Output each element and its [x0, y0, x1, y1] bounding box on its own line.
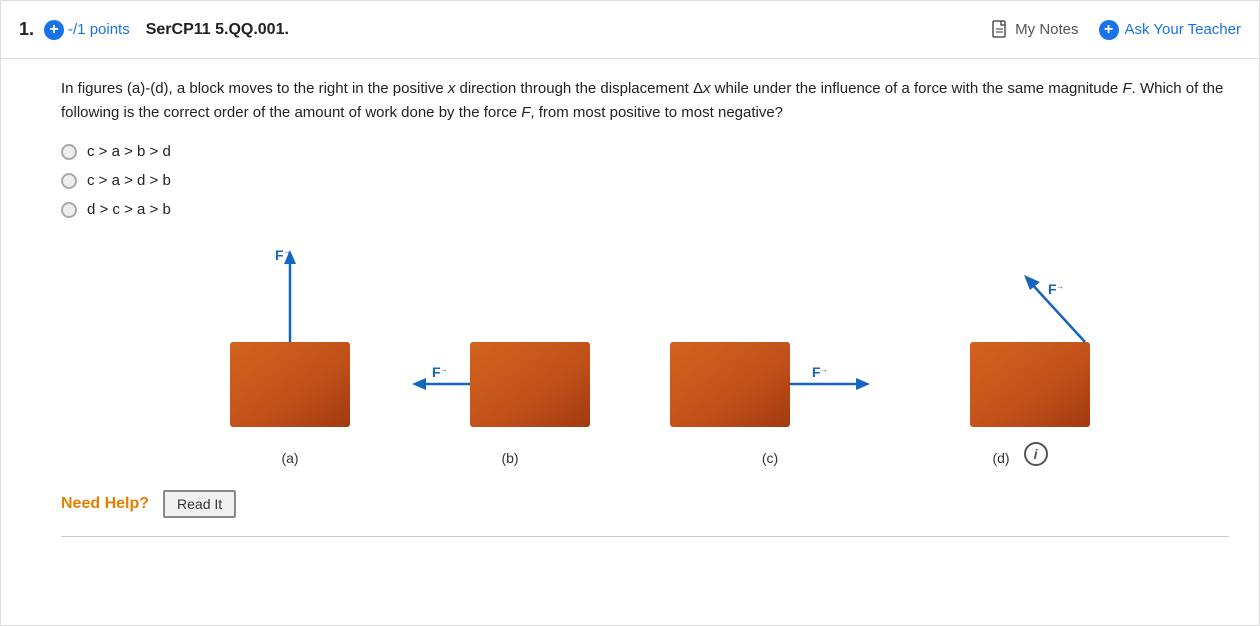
options-list: c > a > b > d c > a > d > b d > c > a > …: [61, 143, 1229, 218]
svg-text:→: →: [440, 365, 448, 374]
need-help-section: Need Help? Read It: [61, 490, 1229, 518]
figure-a-svg: F →: [220, 242, 360, 442]
figure-c: F → (c): [660, 242, 880, 466]
points-label: -/1 points: [68, 21, 130, 38]
header-right: My Notes + Ask Your Teacher: [991, 20, 1241, 40]
page-wrapper: 1. + -/1 points SerCP11 5.QQ.001. My Not…: [0, 0, 1260, 626]
option-1[interactable]: c > a > b > d: [61, 143, 1229, 160]
figure-d-label: (d): [992, 450, 1009, 466]
figure-b: F → (b): [410, 242, 610, 466]
plus-icon: +: [44, 20, 64, 40]
figure-b-svg: F →: [410, 242, 610, 442]
my-notes-button[interactable]: My Notes: [991, 20, 1078, 40]
radio-1[interactable]: [61, 144, 77, 160]
figure-c-label: (c): [762, 450, 778, 466]
figures-row: F → (a): [101, 242, 1229, 466]
radio-2[interactable]: [61, 173, 77, 189]
figure-c-svg: F →: [660, 242, 880, 442]
need-help-label: Need Help?: [61, 495, 149, 513]
svg-text:→: →: [1056, 282, 1064, 291]
question-number: 1.: [19, 19, 34, 40]
figure-a: F → (a): [220, 242, 360, 466]
my-notes-label: My Notes: [1015, 21, 1078, 38]
document-icon: [991, 20, 1009, 40]
option-2-label: c > a > d > b: [87, 172, 171, 189]
read-it-button[interactable]: Read It: [163, 490, 236, 518]
svg-text:→: →: [283, 247, 291, 256]
question-text: In figures (a)-(d), a block moves to the…: [61, 77, 1229, 125]
ask-teacher-label: Ask Your Teacher: [1125, 21, 1241, 38]
figure-d-svg: F →: [930, 242, 1110, 442]
figure-d: F → (d) i: [930, 242, 1110, 466]
header-bar: 1. + -/1 points SerCP11 5.QQ.001. My Not…: [1, 1, 1259, 59]
points-button[interactable]: + -/1 points: [44, 20, 130, 40]
question-id: SerCP11 5.QQ.001.: [146, 21, 991, 39]
figure-a-label: (a): [281, 450, 298, 466]
svg-text:→: →: [820, 365, 828, 374]
ask-teacher-button[interactable]: + Ask Your Teacher: [1099, 20, 1241, 40]
bottom-divider: [61, 536, 1229, 537]
option-3[interactable]: d > c > a > b: [61, 201, 1229, 218]
figure-b-label: (b): [501, 450, 518, 466]
option-2[interactable]: c > a > d > b: [61, 172, 1229, 189]
option-1-label: c > a > b > d: [87, 143, 171, 160]
option-3-label: d > c > a > b: [87, 201, 171, 218]
radio-3[interactable]: [61, 202, 77, 218]
content-area: In figures (a)-(d), a block moves to the…: [1, 59, 1259, 557]
ask-plus-icon: +: [1099, 20, 1119, 40]
info-circle[interactable]: i: [1024, 442, 1048, 466]
